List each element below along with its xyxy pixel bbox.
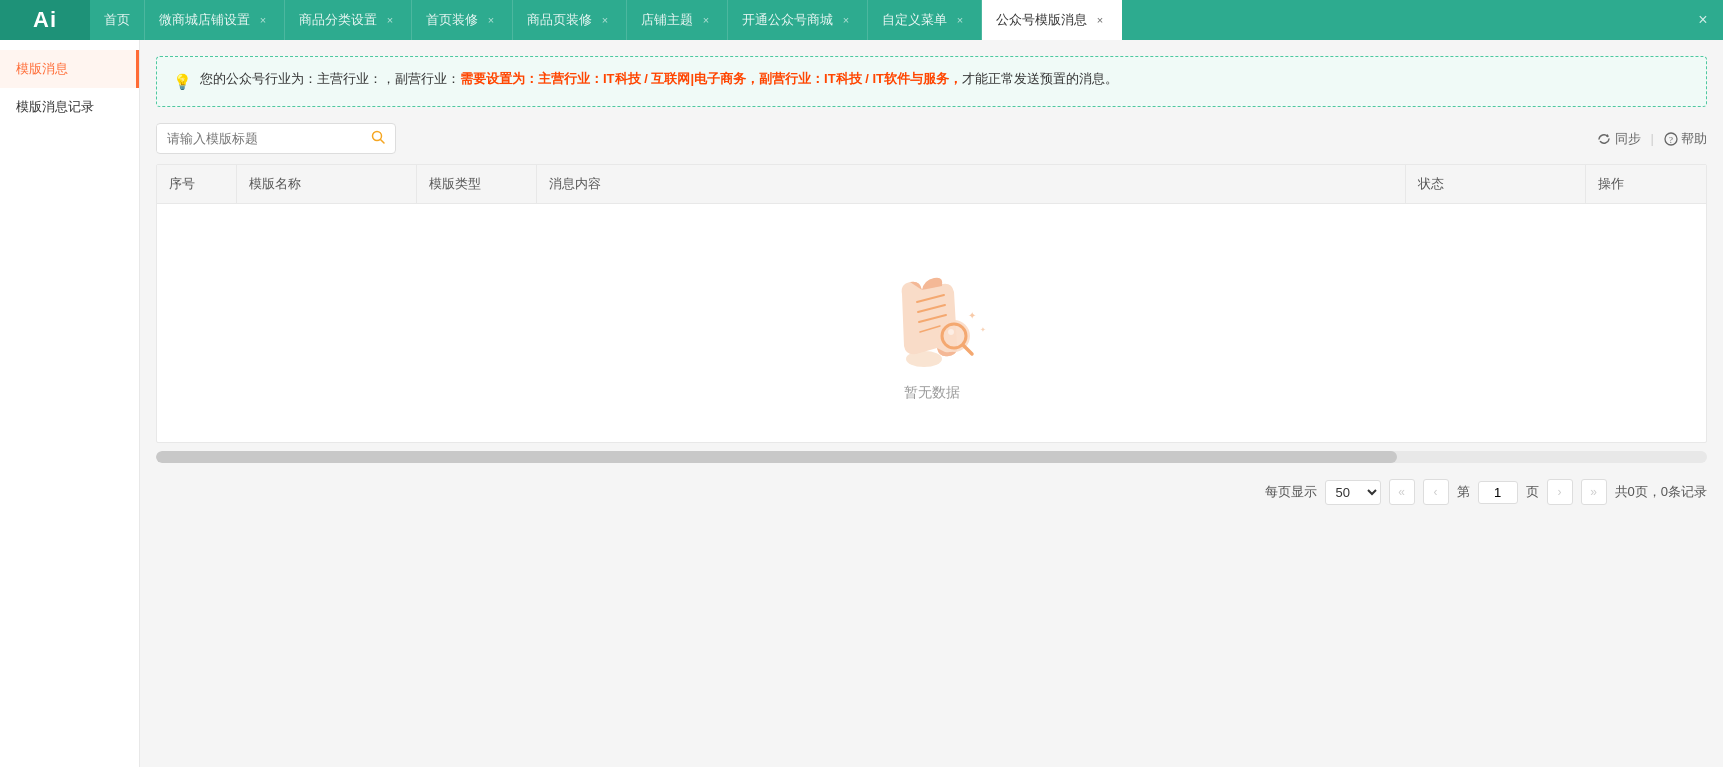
nav-tab-store-theme[interactable]: 店铺主题 × (627, 0, 728, 40)
main-layout: 模版消息模版消息记录 💡 您的公众号行业为：主营行业：，副营行业：需要设置为：主… (0, 40, 1723, 767)
data-table: 序号模版名称模版类型消息内容状态操作 (156, 164, 1707, 443)
scroll-thumb (156, 451, 1397, 463)
page-unit: 页 (1526, 483, 1539, 501)
nav-tab-label: 店铺主题 (641, 11, 693, 29)
nav-tab-template-msg[interactable]: 公众号模版消息 × (982, 0, 1122, 40)
col-header-status: 状态 (1406, 165, 1586, 203)
notice-box: 💡 您的公众号行业为：主营行业：，副营行业：需要设置为：主营行业：IT科技 / … (156, 56, 1707, 107)
top-nav: Ai 首页微商城店铺设置×商品分类设置×首页装修×商品页装修×店铺主题×开通公众… (0, 0, 1723, 40)
empty-text: 暂无数据 (904, 384, 960, 402)
col-header-content: 消息内容 (537, 165, 1406, 203)
search-button[interactable] (361, 124, 395, 153)
notice-highlight: 需要设置为：主营行业：IT科技 / 互联网|电子商务，副营行业：IT科技 / I… (460, 71, 962, 86)
last-page-button[interactable]: » (1581, 479, 1607, 505)
next-page-button[interactable]: › (1547, 479, 1573, 505)
brand-logo: Ai (0, 0, 90, 40)
first-page-button[interactable]: « (1389, 479, 1415, 505)
table-header: 序号模版名称模版类型消息内容状态操作 (157, 165, 1706, 204)
empty-state: ✦ ✦ 暂无数据 (157, 204, 1706, 442)
nav-tab-open-mall[interactable]: 开通公众号商城 × (728, 0, 868, 40)
col-header-action: 操作 (1586, 165, 1706, 203)
nav-tabs: 首页微商城店铺设置×商品分类设置×首页装修×商品页装修×店铺主题×开通公众号商城… (90, 0, 1683, 40)
col-header-type: 模版类型 (417, 165, 537, 203)
page-size-label: 每页显示 (1265, 483, 1317, 501)
nav-tab-product-decoration[interactable]: 商品页装修 × (513, 0, 627, 40)
nav-tab-label: 首页 (104, 11, 130, 29)
divider: | (1651, 131, 1654, 146)
page-size-select[interactable]: 102050100 (1325, 480, 1381, 505)
toolbar-right: 同步 | ? 帮助 (1597, 130, 1707, 148)
nav-tab-label: 商品分类设置 (299, 11, 377, 29)
empty-illustration: ✦ ✦ (872, 264, 992, 384)
sidebar-item-template-msg[interactable]: 模版消息 (0, 50, 139, 88)
svg-text:?: ? (1669, 135, 1673, 145)
pagination: 每页显示 102050100 « ‹ 第 页 › » 共0页，0条记录 (156, 469, 1707, 509)
sidebar-item-template-msg-record[interactable]: 模版消息记录 (0, 88, 139, 126)
notice-icon: 💡 (173, 70, 192, 94)
nav-tab-label: 自定义菜单 (882, 11, 947, 29)
nav-tab-home-decoration[interactable]: 首页装修 × (412, 0, 513, 40)
svg-line-1 (381, 140, 385, 144)
nav-tab-close-button[interactable]: × (383, 13, 397, 27)
search-input[interactable] (157, 125, 361, 152)
toolbar: 同步 | ? 帮助 (156, 123, 1707, 154)
global-close-button[interactable]: × (1683, 0, 1723, 40)
page-label: 第 (1457, 483, 1470, 501)
nav-tab-close-button[interactable]: × (953, 13, 967, 27)
total-info: 共0页，0条记录 (1615, 483, 1707, 501)
nav-tab-close-button[interactable]: × (699, 13, 713, 27)
search-box (156, 123, 396, 154)
sync-button[interactable]: 同步 (1597, 130, 1641, 148)
col-header-name: 模版名称 (237, 165, 417, 203)
nav-tab-custom-menu[interactable]: 自定义菜单 × (868, 0, 982, 40)
help-button[interactable]: ? 帮助 (1664, 130, 1707, 148)
nav-tab-label: 首页装修 (426, 11, 478, 29)
horizontal-scrollbar[interactable] (156, 451, 1707, 463)
nav-tab-label: 商品页装修 (527, 11, 592, 29)
nav-tab-category-settings[interactable]: 商品分类设置 × (285, 0, 412, 40)
svg-point-12 (948, 329, 954, 335)
nav-tab-close-button[interactable]: × (839, 13, 853, 27)
nav-tab-label: 公众号模版消息 (996, 11, 1087, 29)
notice-text: 您的公众号行业为：主营行业：，副营行业：需要设置为：主营行业：IT科技 / 互联… (200, 69, 1118, 90)
nav-tab-shop-settings[interactable]: 微商城店铺设置 × (145, 0, 285, 40)
svg-line-11 (963, 345, 972, 354)
nav-tab-label: 微商城店铺设置 (159, 11, 250, 29)
sidebar: 模版消息模版消息记录 (0, 40, 140, 767)
nav-tab-label: 开通公众号商城 (742, 11, 833, 29)
page-number-input[interactable] (1478, 481, 1518, 504)
col-header-index: 序号 (157, 165, 237, 203)
svg-text:✦: ✦ (968, 310, 976, 321)
nav-tab-close-button[interactable]: × (484, 13, 498, 27)
nav-tab-close-button[interactable]: × (1093, 13, 1107, 27)
nav-tab-close-button[interactable]: × (256, 13, 270, 27)
nav-tab-home[interactable]: 首页 (90, 0, 145, 40)
nav-tab-close-button[interactable]: × (598, 13, 612, 27)
svg-text:✦: ✦ (980, 326, 986, 333)
main-content: 💡 您的公众号行业为：主营行业：，副营行业：需要设置为：主营行业：IT科技 / … (140, 40, 1723, 767)
prev-page-button[interactable]: ‹ (1423, 479, 1449, 505)
